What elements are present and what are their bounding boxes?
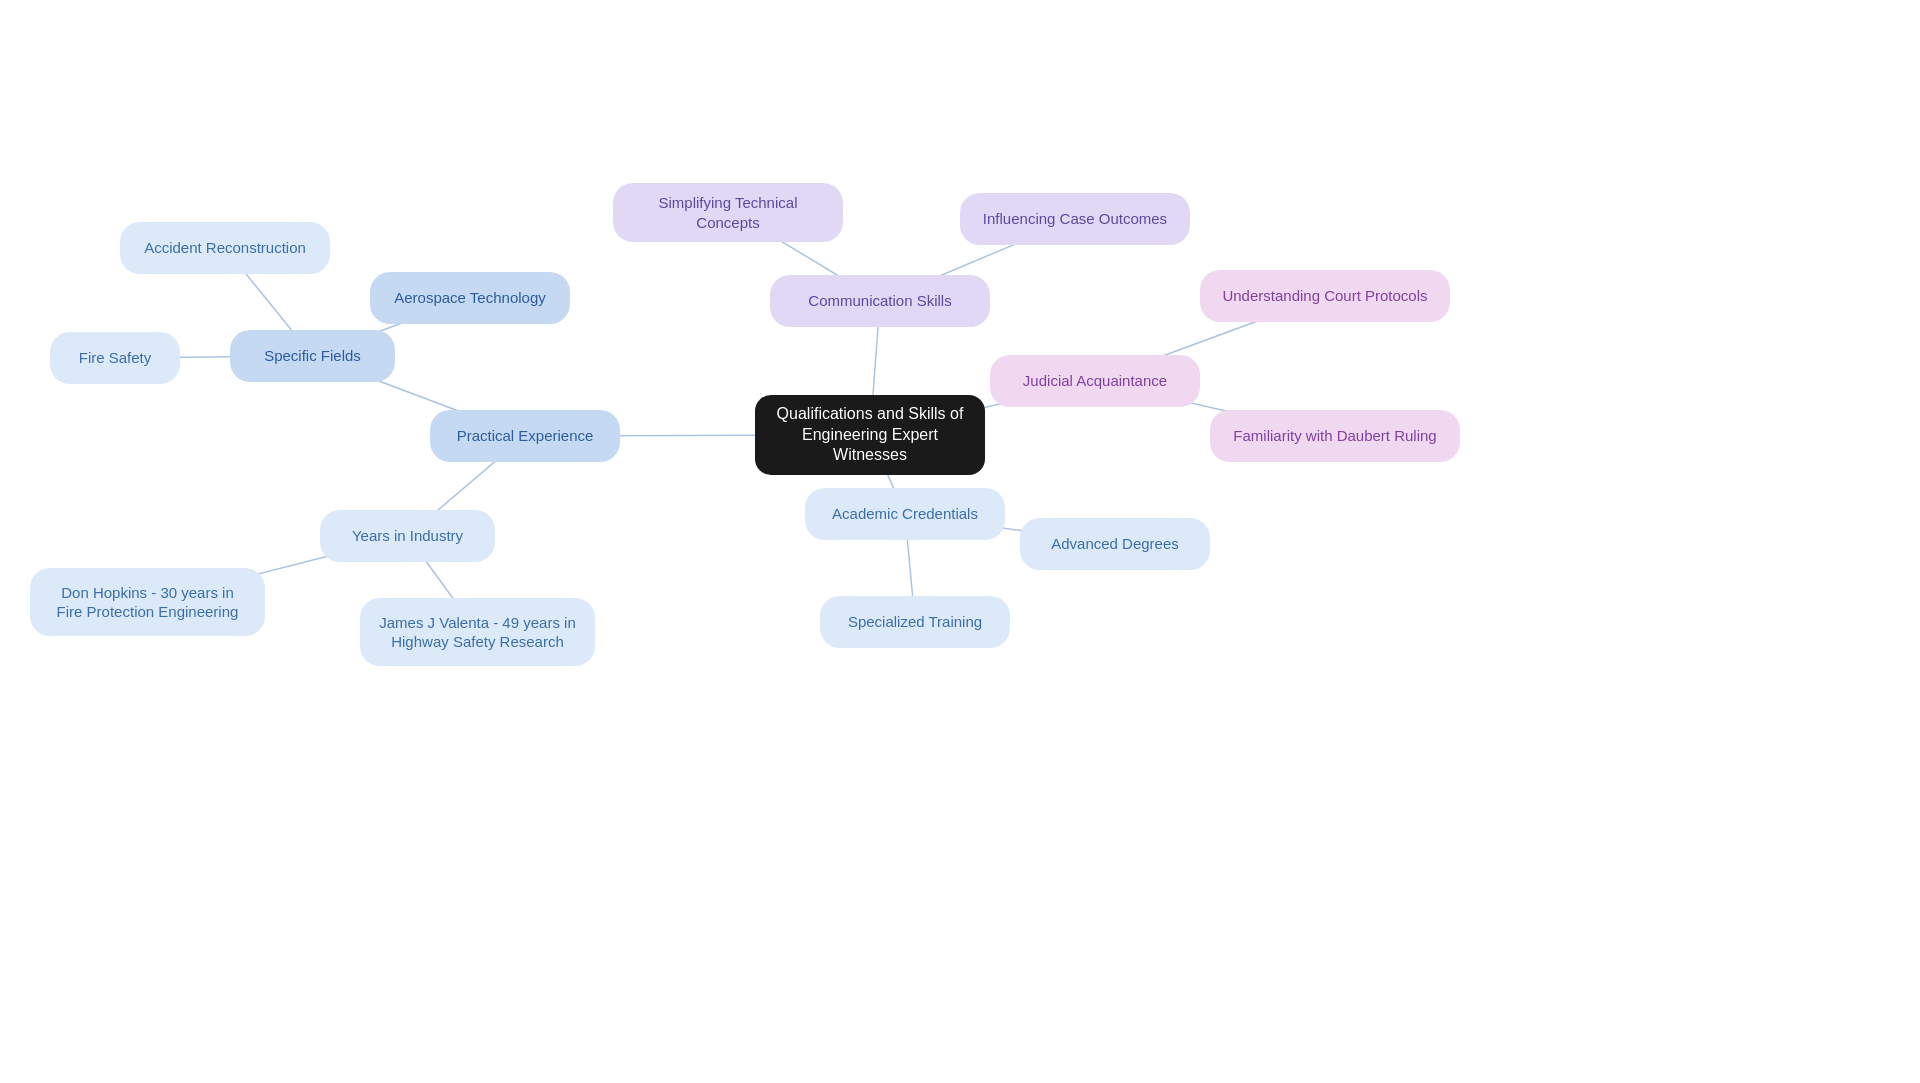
- aerospace-technology-node: Aerospace Technology: [370, 272, 570, 324]
- specialized-training-node: Specialized Training: [820, 596, 1010, 648]
- center-node: Qualifications and Skills of Engineering…: [755, 395, 985, 475]
- judicial-acquaintance-node: Judicial Acquaintance: [990, 355, 1200, 407]
- academic-credentials-node: Academic Credentials: [805, 488, 1005, 540]
- don-hopkins-node: Don Hopkins - 30 years in Fire Protectio…: [30, 568, 265, 636]
- communication-skills-node: Communication Skills: [770, 275, 990, 327]
- james-valenta-node: James J Valenta - 49 years in Highway Sa…: [360, 598, 595, 666]
- understanding-court-node: Understanding Court Protocols: [1200, 270, 1450, 322]
- simplifying-technical-node: Simplifying Technical Concepts: [613, 183, 843, 242]
- familiarity-daubert-node: Familiarity with Daubert Ruling: [1210, 410, 1460, 462]
- advanced-degrees-node: Advanced Degrees: [1020, 518, 1210, 570]
- mind-map: Qualifications and Skills of Engineering…: [0, 0, 1920, 1083]
- fire-safety-node: Fire Safety: [50, 332, 180, 384]
- connection-lines: [0, 0, 1920, 1083]
- years-in-industry-node: Years in Industry: [320, 510, 495, 562]
- influencing-case-node: Influencing Case Outcomes: [960, 193, 1190, 245]
- specific-fields-node: Specific Fields: [230, 330, 395, 382]
- practical-experience-node: Practical Experience: [430, 410, 620, 462]
- accident-reconstruction-node: Accident Reconstruction: [120, 222, 330, 274]
